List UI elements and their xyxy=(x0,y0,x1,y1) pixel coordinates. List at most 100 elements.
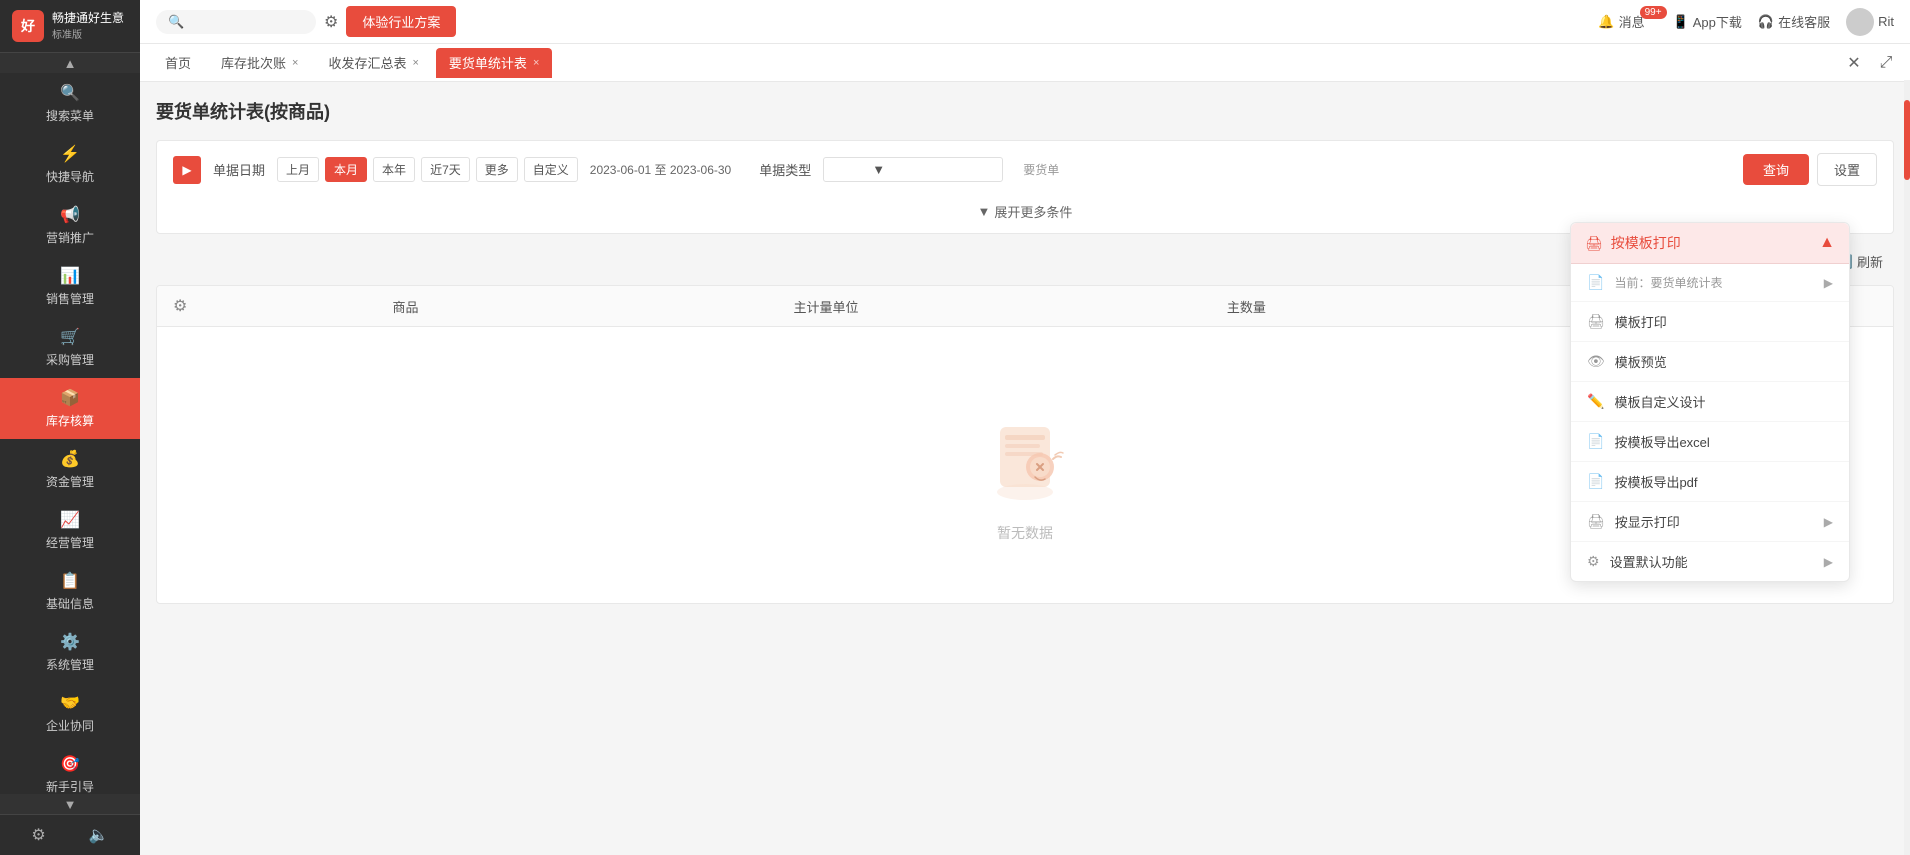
topbar-search-box[interactable]: 🔍 xyxy=(156,10,316,34)
sidebar-item-label: 销售管理 xyxy=(46,290,94,307)
tab-receipts-summary[interactable]: 收发存汇总表 × xyxy=(315,48,431,78)
logo-text-area: 畅捷通好生意 标准版 xyxy=(52,11,124,42)
tab-order-stats[interactable]: 要货单统计表 × xyxy=(436,48,552,78)
customer-service-item[interactable]: 🎧 在线客服 xyxy=(1758,12,1830,31)
service-icon: 🎧 xyxy=(1758,14,1774,30)
topbar-gear-button[interactable]: ⚙ xyxy=(324,12,338,32)
current-month-button[interactable]: 本月 xyxy=(325,157,367,182)
sidebar-item-collab[interactable]: 🤝 企业协同 xyxy=(0,683,140,744)
topbar-search-input[interactable] xyxy=(190,15,290,29)
print-dropdown-title: 🖨 按模板打印 xyxy=(1585,233,1681,253)
display-print-icon: 🖨 xyxy=(1587,513,1605,530)
current-template-item[interactable]: 📄 当前：要货单统计表 ▶ xyxy=(1571,264,1849,302)
filter-action-btns: 查询 设置 xyxy=(1743,153,1877,186)
content-area: 要货单统计表(按商品) ▶ 单据日期 上月 本月 本年 近7天 更多 自定义 2… xyxy=(140,82,1910,855)
sidebar-item-basic[interactable]: 📋 基础信息 xyxy=(0,561,140,622)
tab-maximize-button[interactable]: ⤢ xyxy=(1874,51,1898,75)
sales-icon: 📊 xyxy=(60,266,80,286)
app-name: 畅捷通好生意 xyxy=(52,11,124,27)
query-button[interactable]: 查询 xyxy=(1743,154,1809,185)
template-excel-label: 按模板导出excel xyxy=(1614,432,1833,451)
type-filter-label: 单据类型 xyxy=(759,160,811,179)
tab-home-label: 首页 xyxy=(165,53,191,72)
chevron-down-icon: ▼ xyxy=(872,162,885,177)
expand-chevron-icon: ▶ xyxy=(182,163,191,177)
sidebar-item-system[interactable]: ⚙️ 系统管理 xyxy=(0,622,140,683)
sidebar-item-inventory[interactable]: 📦 库存核算 xyxy=(0,378,140,439)
sidebar-item-label: 企业协同 xyxy=(46,717,94,734)
main-area: 🔍 ⚙ 体验行业方案 🔔 消息 99+ 📱 App下载 🎧 在线客服 Rit xyxy=(140,0,1910,855)
print-dropdown-chevron-up[interactable]: ▲ xyxy=(1819,234,1835,252)
sidebar-scroll-down[interactable]: ▼ xyxy=(0,794,140,814)
week7-button[interactable]: 近7天 xyxy=(421,157,470,182)
template-preview-icon: 👁 xyxy=(1587,353,1605,370)
template-pdf-icon: 📄 xyxy=(1587,473,1604,490)
tab-order-stats-close[interactable]: × xyxy=(533,57,539,69)
tab-inventory-batch[interactable]: 库存批次账 × xyxy=(208,48,311,78)
app-logo: 好 畅捷通好生意 标准版 xyxy=(0,0,140,53)
tab-close-window-button[interactable]: ✕ xyxy=(1842,51,1866,75)
expand-label: 展开更多条件 xyxy=(994,202,1072,221)
notification-badge: 99+ xyxy=(1640,6,1667,19)
refresh-label: 刷新 xyxy=(1857,252,1883,271)
column-settings-icon[interactable]: ⚙ xyxy=(173,296,187,316)
inventory-icon: 📦 xyxy=(60,388,80,408)
marketing-icon: 📢 xyxy=(60,205,80,225)
sidebar-item-label: 新手引导 xyxy=(46,778,94,794)
phone-icon: 📱 xyxy=(1673,14,1689,30)
notification-item[interactable]: 🔔 消息 99+ xyxy=(1598,12,1656,31)
sidebar-item-purchase[interactable]: 🛒 采购管理 xyxy=(0,317,140,378)
search-icon: 🔍 xyxy=(60,83,80,103)
tab-order-stats-label: 要货单统计表 xyxy=(449,53,527,72)
display-print-item[interactable]: 🖨 按显示打印 ▶ xyxy=(1571,502,1849,542)
print-dropdown-header: 🖨 按模板打印 ▲ xyxy=(1571,223,1849,264)
guide-icon: 🎯 xyxy=(60,754,80,774)
collab-icon: 🤝 xyxy=(60,693,80,713)
sidebar-item-marketing[interactable]: 📢 营销推广 xyxy=(0,195,140,256)
custom-date-button[interactable]: 自定义 xyxy=(524,157,578,182)
sidebar-item-label: 资金管理 xyxy=(46,473,94,490)
tab-receipts-summary-close[interactable]: × xyxy=(412,57,418,69)
year-button[interactable]: 本年 xyxy=(373,157,415,182)
settings-bottom-icon[interactable]: ⚙ xyxy=(31,825,45,845)
filter-bar: ▶ 单据日期 上月 本月 本年 近7天 更多 自定义 2023-06-01 至 … xyxy=(156,140,1894,234)
tab-home[interactable]: 首页 xyxy=(152,48,204,78)
more-date-button[interactable]: 更多 xyxy=(476,157,518,182)
template-export-excel-item[interactable]: 📄 按模板导出excel xyxy=(1571,422,1849,462)
template-print-icon: 🖨 xyxy=(1587,313,1605,330)
speaker-icon[interactable]: 🔈 xyxy=(89,825,109,845)
avatar xyxy=(1846,8,1874,36)
sidebar-scroll-up[interactable]: ▲ xyxy=(0,53,140,73)
type-select[interactable]: ▼ xyxy=(823,157,1003,182)
sidebar-item-finance[interactable]: 💰 资金管理 xyxy=(0,439,140,500)
topbar: 🔍 ⚙ 体验行业方案 🔔 消息 99+ 📱 App下载 🎧 在线客服 Rit xyxy=(140,0,1910,44)
filter-expand-icon-btn[interactable]: ▶ xyxy=(173,156,201,184)
app-download-item[interactable]: 📱 App下载 xyxy=(1673,12,1742,31)
sidebar-item-sales[interactable]: 📊 销售管理 xyxy=(0,256,140,317)
expand-more-button[interactable]: ▼ 展开更多条件 xyxy=(978,202,1073,221)
sidebar-nav: 🔍 搜索菜单 ⚡ 快捷导航 📢 营销推广 📊 销售管理 🛒 采购管理 📦 库存核… xyxy=(0,73,140,794)
industry-solution-button[interactable]: 体验行业方案 xyxy=(346,6,456,37)
sidebar-item-label: 搜索菜单 xyxy=(46,107,94,124)
filter-row-main: ▶ 单据日期 上月 本月 本年 近7天 更多 自定义 2023-06-01 至 … xyxy=(173,153,1877,186)
sidebar-bottom: ⚙ 🔈 xyxy=(0,814,140,855)
sidebar-item-search[interactable]: 🔍 搜索菜单 xyxy=(0,73,140,134)
sidebar-item-guide[interactable]: 🎯 新手引导 xyxy=(0,744,140,794)
empty-illustration xyxy=(975,407,1075,507)
template-print-item[interactable]: 🖨 模板打印 xyxy=(1571,302,1849,342)
sidebar-item-label: 采购管理 xyxy=(46,351,94,368)
bell-icon: 🔔 xyxy=(1598,14,1614,30)
prev-month-button[interactable]: 上月 xyxy=(277,157,319,182)
user-avatar-item[interactable]: Rit xyxy=(1846,8,1894,36)
app-version: 标准版 xyxy=(52,26,124,41)
sidebar-item-shortcut[interactable]: ⚡ 快捷导航 xyxy=(0,134,140,195)
col-unit: 主计量单位 xyxy=(616,297,1036,316)
tab-bar: 首页 库存批次账 × 收发存汇总表 × 要货单统计表 × ✕ ⤢ xyxy=(140,44,1910,82)
sidebar-item-operation[interactable]: 📈 经营管理 xyxy=(0,500,140,561)
tab-inventory-batch-close[interactable]: × xyxy=(292,57,298,69)
template-export-pdf-item[interactable]: 📄 按模板导出pdf xyxy=(1571,462,1849,502)
default-setting-item[interactable]: ⚙ 设置默认功能 ▶ xyxy=(1571,542,1849,581)
template-preview-item[interactable]: 👁 模板预览 xyxy=(1571,342,1849,382)
settings-button[interactable]: 设置 xyxy=(1817,153,1877,186)
template-custom-item[interactable]: ✏️ 模板自定义设计 xyxy=(1571,382,1849,422)
